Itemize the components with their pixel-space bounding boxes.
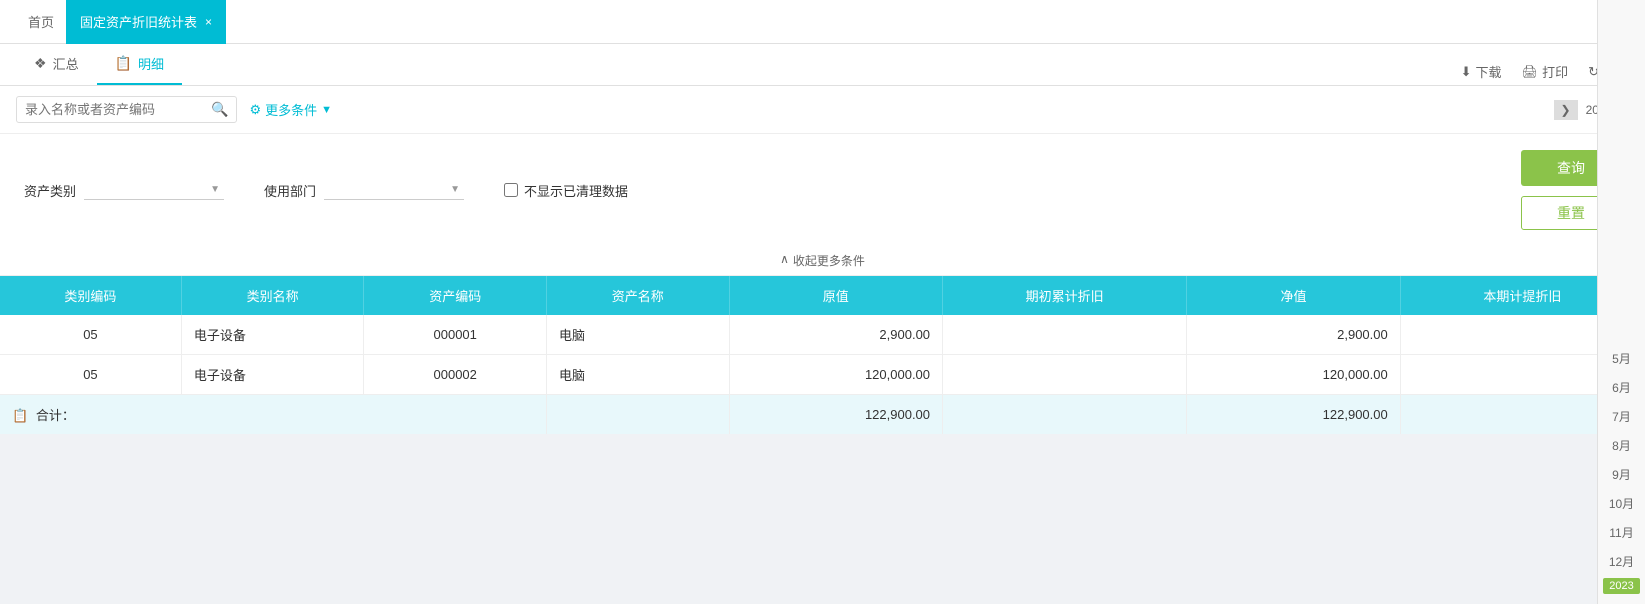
total-net: 122,900.00 — [1187, 395, 1401, 435]
asset-category-label: 资产类别 — [24, 181, 76, 200]
sidebar-month-item[interactable]: 6月 — [1598, 373, 1645, 402]
table-row: 05 电子设备 000002 电脑 120,000.00 120,000.00 — [0, 355, 1645, 395]
table-footer-row: 📋 合计： 122,900.00 122,900.00 — [0, 395, 1645, 435]
filter-row: 资产类别 ▼ 使用部门 ▼ 不显示已清理数据 查询 重置 — [24, 150, 1621, 230]
print-label: 打印 — [1542, 62, 1568, 81]
sidebar-month-item[interactable]: 5月 — [1598, 344, 1645, 373]
cell-accumulated — [943, 315, 1187, 355]
department-select[interactable]: ▼ — [324, 180, 464, 200]
col-original-value: 原值 — [729, 276, 943, 315]
asset-category-value — [88, 182, 206, 197]
tab-summary-label: 汇总 — [53, 54, 79, 73]
cell-accumulated — [943, 355, 1187, 395]
filter-bar: 🔍 ⚙ 更多条件 ▼ ❯ 2023.01 — [0, 86, 1645, 134]
sidebar-month-item[interactable]: 11月 — [1598, 518, 1645, 547]
data-table-wrap: 类别编码 类别名称 资产编码 资产名称 原值 期初累计折旧 净值 本期计提折旧 … — [0, 276, 1645, 434]
cell-asset-code: 000002 — [364, 355, 547, 395]
search-input-wrap[interactable]: 🔍 — [16, 96, 237, 123]
advanced-filter: 资产类别 ▼ 使用部门 ▼ 不显示已清理数据 查询 重置 ∧ 收起更多条件 — [0, 134, 1645, 276]
search-input[interactable] — [25, 102, 205, 117]
collapse-label: 收起更多条件 — [793, 252, 865, 269]
col-category-name: 类别名称 — [181, 276, 364, 315]
sidebar-month-item[interactable]: 10月 — [1598, 489, 1645, 518]
chevron-down-icon: ▼ — [321, 104, 332, 116]
department-field: 使用部门 ▼ — [264, 180, 464, 200]
sub-tabs-bar: ❖ 汇总 📋 明细 ⬇ 下载 🖨 打印 ↻ 刷新 — [0, 44, 1645, 86]
category-caret-icon: ▼ — [210, 184, 220, 195]
collapse-button[interactable]: ∧ 收起更多条件 — [24, 246, 1621, 275]
more-conditions-label: 更多条件 — [265, 100, 317, 119]
no-cleared-label: 不显示已清理数据 — [524, 181, 628, 200]
cell-net: 120,000.00 — [1187, 355, 1401, 395]
col-net-value: 净值 — [1187, 276, 1401, 315]
total-label-cell: 📋 合计： — [0, 395, 546, 435]
cell-category-code: 05 — [0, 315, 181, 355]
department-caret-icon: ▼ — [450, 184, 460, 195]
cell-category-name: 电子设备 — [181, 355, 364, 395]
top-nav: 首页 固定资产折旧统计表 × × — [0, 0, 1645, 44]
table-row: 05 电子设备 000001 电脑 2,900.00 2,900.00 — [0, 315, 1645, 355]
no-cleared-field[interactable]: 不显示已清理数据 — [504, 181, 628, 200]
cell-asset-name: 电脑 — [546, 355, 729, 395]
total-accumulated — [943, 395, 1187, 435]
date-sidebar: 5月6月7月8月9月10月11月12月 2023 — [1597, 0, 1645, 604]
cell-original: 2,900.00 — [729, 315, 943, 355]
sidebar-month-item[interactable]: 12月 — [1598, 547, 1645, 576]
download-label: 下载 — [1476, 62, 1502, 81]
tab-summary[interactable]: ❖ 汇总 — [16, 43, 97, 85]
cell-category-name: 电子设备 — [181, 315, 364, 355]
cell-asset-name: 电脑 — [546, 315, 729, 355]
col-asset-code: 资产编码 — [364, 276, 547, 315]
active-tab[interactable]: 固定资产折旧统计表 × — [66, 0, 226, 44]
date-panel-arrow[interactable]: ❯ — [1554, 100, 1578, 120]
year-badge: 2023 — [1603, 578, 1639, 594]
month-list: 5月6月7月8月9月10月11月12月 — [1598, 344, 1645, 576]
table-header-row: 类别编码 类别名称 资产编码 资产名称 原值 期初累计折旧 净值 本期计提折旧 — [0, 276, 1645, 315]
col-asset-name: 资产名称 — [546, 276, 729, 315]
data-table: 类别编码 类别名称 资产编码 资产名称 原值 期初累计折旧 净值 本期计提折旧 … — [0, 276, 1645, 434]
download-button[interactable]: ⬇ 下载 — [1461, 62, 1502, 81]
summary-icon: ❖ — [34, 55, 47, 72]
department-value — [328, 182, 446, 197]
search-icon[interactable]: 🔍 — [211, 101, 228, 118]
total-original: 122,900.00 — [729, 395, 943, 435]
tab-detail-label: 明细 — [138, 54, 164, 73]
tab-label: 固定资产折旧统计表 — [80, 12, 197, 31]
more-conditions-button[interactable]: ⚙ 更多条件 ▼ — [249, 100, 332, 119]
chevron-up-icon: ∧ — [780, 252, 789, 269]
tab-close-icon[interactable]: × — [205, 15, 212, 29]
cell-original: 120,000.00 — [729, 355, 943, 395]
download-icon: ⬇ — [1461, 64, 1472, 80]
sidebar-month-item[interactable]: 7月 — [1598, 402, 1645, 431]
sidebar-month-item[interactable]: 9月 — [1598, 460, 1645, 489]
total-label: 合计： — [36, 408, 75, 423]
home-nav-item[interactable]: 首页 — [16, 12, 66, 31]
filter-icon: ⚙ — [249, 102, 261, 118]
asset-category-field: 资产类别 ▼ — [24, 180, 224, 200]
cell-net: 2,900.00 — [1187, 315, 1401, 355]
asset-category-select[interactable]: ▼ — [84, 180, 224, 200]
cell-category-code: 05 — [0, 355, 181, 395]
department-label: 使用部门 — [264, 181, 316, 200]
detail-icon: 📋 — [115, 55, 132, 72]
print-icon: 🖨 — [1522, 64, 1539, 80]
col-accumulated-depreciation: 期初累计折旧 — [943, 276, 1187, 315]
no-cleared-checkbox[interactable] — [504, 183, 518, 197]
col-category-code: 类别编码 — [0, 276, 181, 315]
print-button[interactable]: 🖨 打印 — [1522, 62, 1569, 81]
tab-detail[interactable]: 📋 明细 — [97, 43, 182, 85]
total-asset-name — [546, 395, 729, 435]
cell-asset-code: 000001 — [364, 315, 547, 355]
sidebar-month-item[interactable]: 8月 — [1598, 431, 1645, 460]
